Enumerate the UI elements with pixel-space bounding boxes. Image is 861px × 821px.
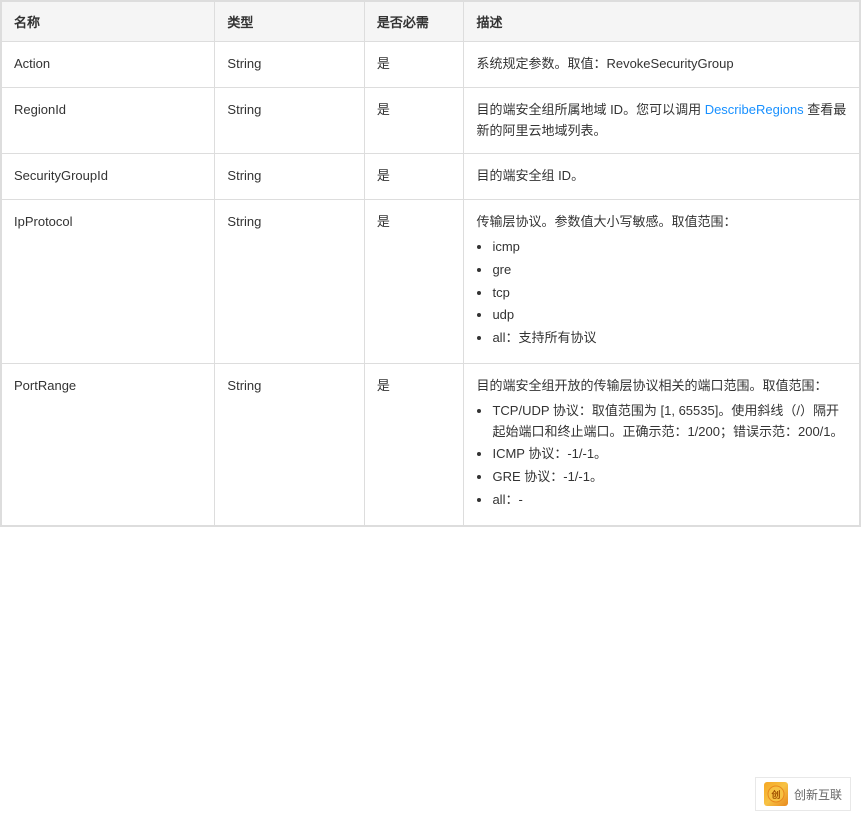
cell-name: Action <box>2 42 215 88</box>
cell-type: String <box>215 200 364 364</box>
desc-list: TCP/UDP 协议：取值范围为 [1, 65535]。使用斜线（/）隔开起始端… <box>492 401 847 511</box>
desc-list: icmpgretcpudpall：支持所有协议 <box>492 237 847 349</box>
cell-required: 是 <box>364 42 464 88</box>
svg-text:创: 创 <box>770 789 780 800</box>
table-row: PortRangeString是目的端安全组开放的传输层协议相关的端口范围。取值… <box>2 363 860 525</box>
cell-name: PortRange <box>2 363 215 525</box>
desc-text: 目的端安全组开放的传输层协议相关的端口范围。取值范围： <box>476 378 827 393</box>
cell-required: 是 <box>364 200 464 364</box>
cell-type: String <box>215 154 364 200</box>
api-params-table: 名称 类型 是否必需 描述 ActionString是系统规定参数。取值：Rev… <box>0 0 861 527</box>
header-name: 名称 <box>2 2 215 42</box>
list-item: all：- <box>492 490 847 511</box>
desc-text: 传输层协议。参数值大小写敏感。取值范围： <box>476 214 736 229</box>
table-row: SecurityGroupIdString是目的端安全组 ID。 <box>2 154 860 200</box>
table-header-row: 名称 类型 是否必需 描述 <box>2 2 860 42</box>
cell-type: String <box>215 87 364 154</box>
list-item: all：支持所有协议 <box>492 328 847 349</box>
header-description: 描述 <box>464 2 860 42</box>
cell-required: 是 <box>364 87 464 154</box>
cell-description: 目的端安全组 ID。 <box>464 154 860 200</box>
desc-text: 系统规定参数。取值：RevokeSecurityGroup <box>476 56 733 71</box>
list-item: gre <box>492 260 847 281</box>
list-item: icmp <box>492 237 847 258</box>
table-row: RegionIdString是目的端安全组所属地域 ID。您可以调用 Descr… <box>2 87 860 154</box>
watermark: 创 创新互联 <box>755 777 851 811</box>
describe-regions-link[interactable]: DescribeRegions <box>705 102 804 117</box>
watermark-logo: 创 <box>764 782 788 806</box>
cell-type: String <box>215 42 364 88</box>
cell-name: RegionId <box>2 87 215 154</box>
list-item: TCP/UDP 协议：取值范围为 [1, 65535]。使用斜线（/）隔开起始端… <box>492 401 847 443</box>
cell-name: IpProtocol <box>2 200 215 364</box>
watermark-text: 创新互联 <box>794 786 842 803</box>
cell-name: SecurityGroupId <box>2 154 215 200</box>
list-item: ICMP 协议：-1/-1。 <box>492 444 847 465</box>
cell-description: 目的端安全组开放的传输层协议相关的端口范围。取值范围： TCP/UDP 协议：取值… <box>464 363 860 525</box>
cell-description: 目的端安全组所属地域 ID。您可以调用 DescribeRegions 查看最新… <box>464 87 860 154</box>
list-item: udp <box>492 305 847 326</box>
cell-description: 传输层协议。参数值大小写敏感。取值范围： icmpgretcpudpall：支持所… <box>464 200 860 364</box>
cell-description: 系统规定参数。取值：RevokeSecurityGroup <box>464 42 860 88</box>
cell-type: String <box>215 363 364 525</box>
cell-required: 是 <box>364 363 464 525</box>
desc-text: 目的端安全组 ID。 <box>476 168 584 183</box>
header-type: 类型 <box>215 2 364 42</box>
list-item: GRE 协议：-1/-1。 <box>492 467 847 488</box>
table-row: IpProtocolString是传输层协议。参数值大小写敏感。取值范围： icm… <box>2 200 860 364</box>
header-required: 是否必需 <box>364 2 464 42</box>
cell-required: 是 <box>364 154 464 200</box>
list-item: tcp <box>492 283 847 304</box>
table-row: ActionString是系统规定参数。取值：RevokeSecurityGro… <box>2 42 860 88</box>
